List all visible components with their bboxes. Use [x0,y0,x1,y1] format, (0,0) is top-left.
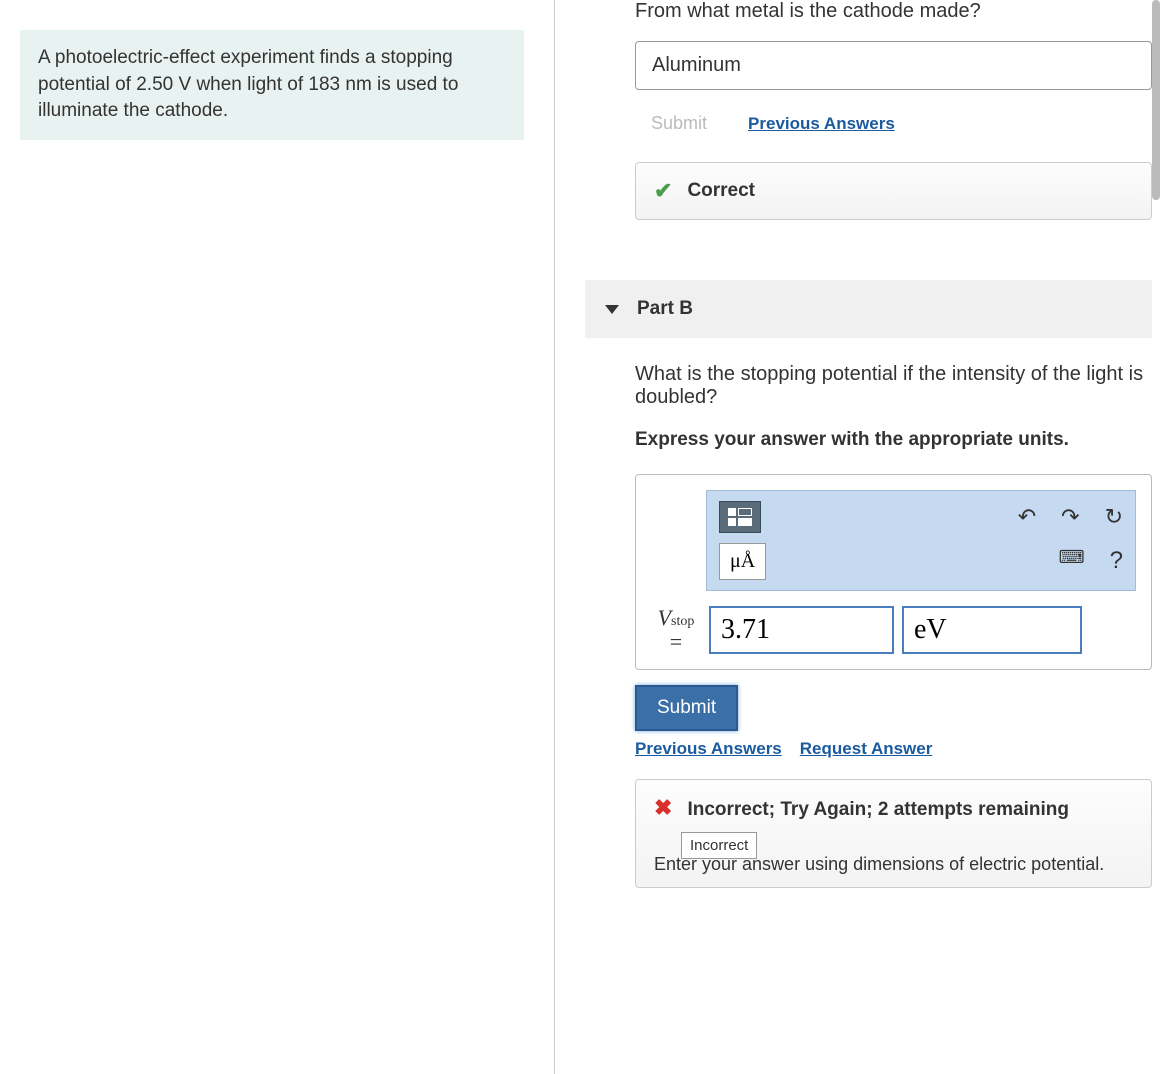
submit-button[interactable]: Submit [635,685,738,731]
request-answer-link[interactable]: Request Answer [800,739,933,759]
feedback-incorrect: ✖ Incorrect; Try Again; 2 attempts remai… [635,779,1152,888]
previous-answers-link[interactable]: Previous Answers [748,114,895,134]
undo-icon[interactable]: ↶ [1018,504,1036,530]
part-b-instruction: Express your answer with the appropriate… [635,427,1152,454]
part-a-answer-input[interactable] [635,41,1152,90]
value-input[interactable] [709,606,894,654]
template-button[interactable] [719,501,761,533]
help-icon[interactable]: ? [1110,547,1123,575]
part-b-title: Part B [637,298,693,320]
correct-label: Correct [687,180,755,202]
part-a-question: From what metal is the cathode made? [635,0,1152,23]
answer-panel: ↶ ↷ ↻ μÅ ⌨ ? Vstop [635,474,1152,670]
problem-statement: A photoelectric-effect experiment finds … [20,30,524,140]
incorrect-label: Incorrect; Try Again; 2 attempts remaini… [687,799,1069,820]
scrollbar[interactable] [1152,0,1160,200]
redo-icon[interactable]: ↷ [1061,504,1079,530]
part-b-question: What is the stopping potential if the in… [635,363,1152,409]
caret-down-icon [605,305,619,314]
check-icon: ✔ [654,178,672,204]
part-b-header[interactable]: Part B [585,280,1152,338]
previous-answers-link-b[interactable]: Previous Answers [635,739,782,759]
keyboard-icon[interactable]: ⌨ [1059,547,1085,575]
equation-toolbar: ↶ ↷ ↻ μÅ ⌨ ? [706,490,1136,591]
units-input[interactable] [902,606,1082,654]
reset-icon[interactable]: ↻ [1105,504,1123,530]
units-picker-button[interactable]: μÅ [719,543,766,580]
x-icon: ✖ [654,795,672,820]
submit-button-disabled: Submit [635,105,723,142]
tooltip: Incorrect [681,832,757,859]
feedback-correct: ✔ Correct [635,162,1152,220]
variable-label: Vstop = [651,606,701,654]
